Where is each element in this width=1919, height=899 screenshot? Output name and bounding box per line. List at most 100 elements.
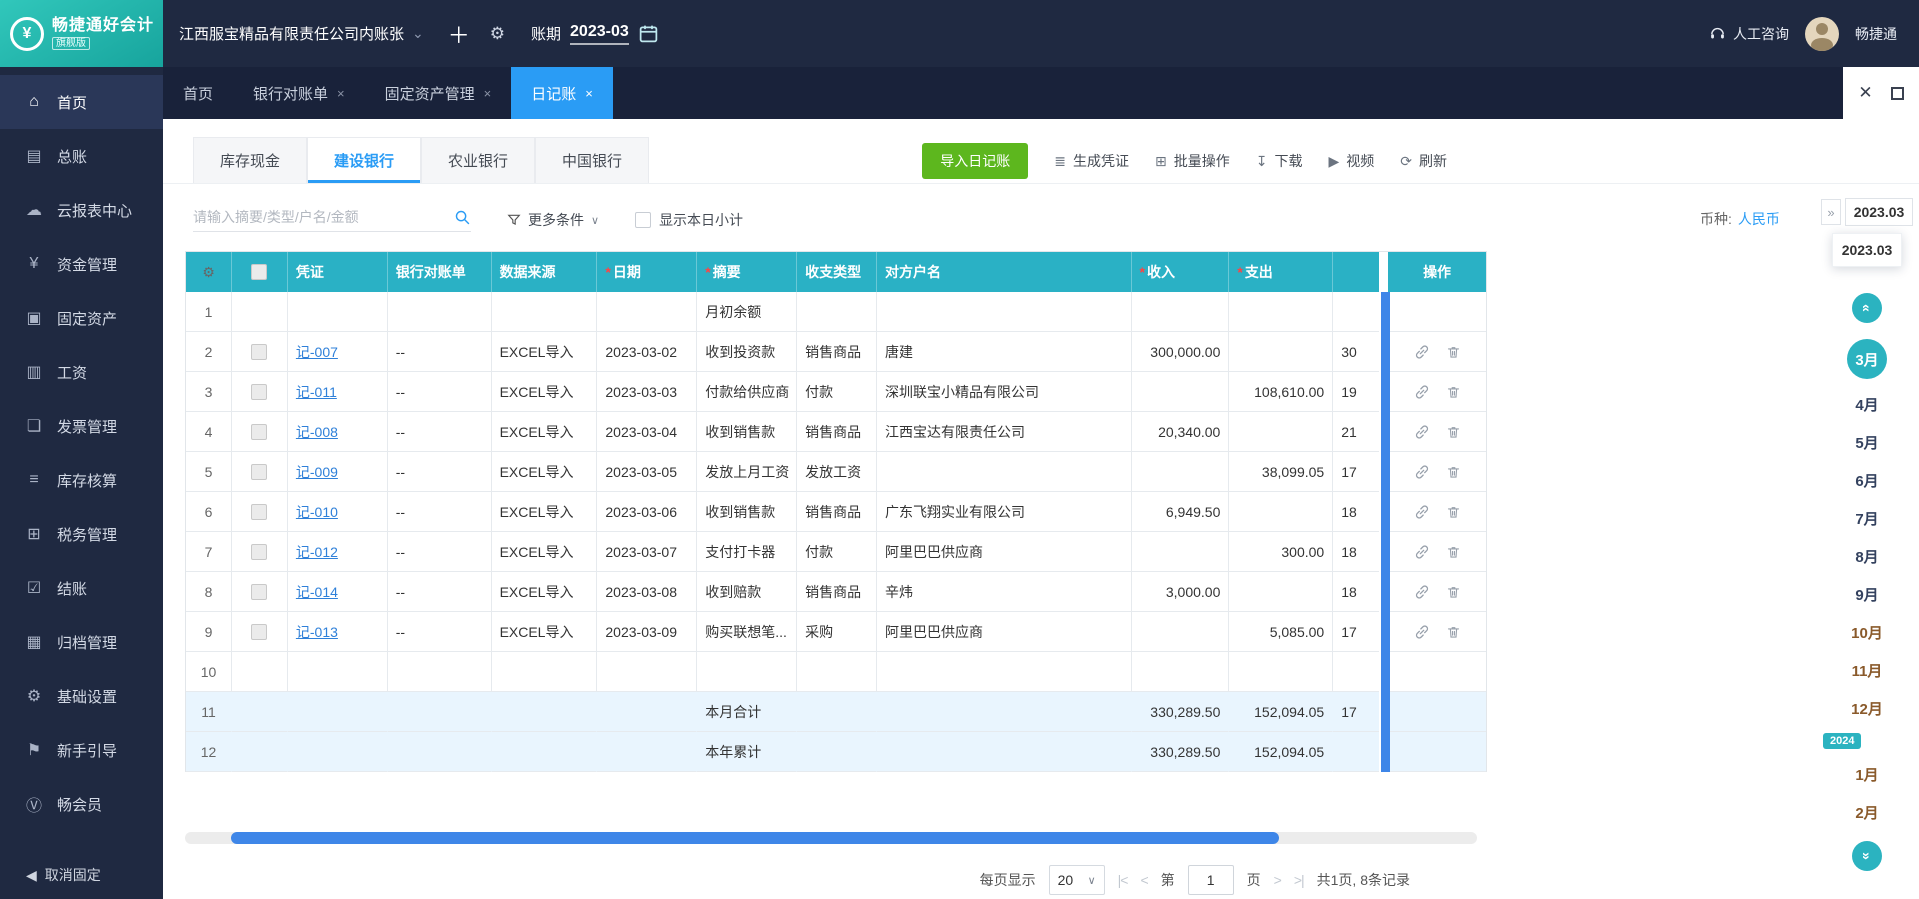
- calendar-icon[interactable]: [638, 23, 659, 44]
- support-link[interactable]: 人工咨询: [1709, 24, 1789, 44]
- sidebar-item[interactable]: ▥ 工资: [0, 345, 163, 399]
- sidebar-item[interactable]: ⚑ 新手引导: [0, 723, 163, 777]
- row-checkbox[interactable]: [251, 503, 268, 520]
- currency-value[interactable]: 人民币: [1738, 209, 1780, 229]
- delete-icon[interactable]: [1446, 384, 1461, 400]
- sidebar-item[interactable]: ¥ 资金管理: [0, 237, 163, 291]
- sidebar-item[interactable]: ≡ 库存核算: [0, 453, 163, 507]
- month-item[interactable]: 10月: [1851, 619, 1883, 645]
- horizontal-scrollbar-thumb[interactable]: [231, 832, 1279, 844]
- sidebar-item[interactable]: ▦ 归档管理: [0, 615, 163, 669]
- toolbar-button[interactable]: ⟳ 刷新: [1400, 151, 1447, 171]
- daily-subtotal-toggle[interactable]: 显示本日小计: [635, 210, 743, 230]
- row-checkbox[interactable]: [251, 423, 268, 440]
- month-item[interactable]: 12月: [1851, 695, 1883, 721]
- rail-year-box[interactable]: 2023.03: [1845, 198, 1913, 226]
- delete-icon[interactable]: [1446, 544, 1461, 560]
- page-tab[interactable]: 日记账 ×: [511, 67, 613, 119]
- toolbar-button[interactable]: ↧ 下载: [1256, 151, 1303, 171]
- voucher-link[interactable]: 记-009: [296, 462, 338, 482]
- delete-icon[interactable]: [1446, 624, 1461, 640]
- page-number-input[interactable]: [1187, 865, 1234, 895]
- tab-close-icon[interactable]: ×: [585, 86, 593, 101]
- company-selector[interactable]: 江西服宝精品有限责任公司内账张 ⌄: [179, 23, 424, 44]
- voucher-link[interactable]: 记-012: [296, 542, 338, 562]
- row-checkbox[interactable]: [251, 583, 268, 600]
- month-item[interactable]: 5月: [1855, 429, 1878, 455]
- table-vertical-scrollbar[interactable]: [1381, 292, 1390, 772]
- next-page-icon[interactable]: >: [1274, 872, 1282, 888]
- rail-scroll-down-button[interactable]: »: [1852, 841, 1882, 871]
- period-value[interactable]: 2023-03: [570, 23, 629, 45]
- sidebar-item[interactable]: ☑ 结账: [0, 561, 163, 615]
- daily-subtotal-checkbox[interactable]: [635, 212, 652, 228]
- last-page-icon[interactable]: >|: [1294, 872, 1305, 888]
- prev-page-icon[interactable]: <: [1140, 872, 1148, 888]
- sidebar-item[interactable]: ▣ 固定资产: [0, 291, 163, 345]
- avatar[interactable]: [1805, 16, 1839, 51]
- link-voucher-icon[interactable]: [1414, 624, 1430, 640]
- month-item[interactable]: 3月: [1847, 339, 1887, 379]
- link-voucher-icon[interactable]: [1414, 384, 1430, 400]
- page-tab[interactable]: 首页: [163, 67, 233, 119]
- link-voucher-icon[interactable]: [1414, 544, 1430, 560]
- voucher-link[interactable]: 记-008: [296, 422, 338, 442]
- month-item[interactable]: 8月: [1855, 543, 1878, 569]
- month-item[interactable]: 11月: [1852, 657, 1883, 683]
- account-tab[interactable]: 中国银行: [535, 137, 650, 183]
- voucher-link[interactable]: 记-007: [296, 342, 338, 362]
- rail-year-box-selected[interactable]: 2023.03: [1832, 233, 1902, 267]
- sidebar-item[interactable]: ▤ 总账: [0, 129, 163, 183]
- account-tab[interactable]: 农业银行: [421, 137, 536, 183]
- close-all-tabs-icon[interactable]: ✕: [1858, 83, 1872, 103]
- row-checkbox[interactable]: [251, 463, 268, 480]
- row-checkbox[interactable]: [251, 543, 268, 560]
- month-item[interactable]: 1月: [1855, 761, 1878, 787]
- per-page-select[interactable]: 20 ∨: [1048, 865, 1105, 895]
- delete-icon[interactable]: [1446, 344, 1461, 360]
- delete-icon[interactable]: [1446, 504, 1461, 520]
- account-tab[interactable]: 库存现金: [193, 137, 308, 183]
- sidebar-item[interactable]: ❏ 发票管理: [0, 399, 163, 453]
- delete-icon[interactable]: [1446, 424, 1461, 440]
- import-journal-button[interactable]: 导入日记账: [922, 143, 1029, 179]
- month-item[interactable]: 7月: [1855, 505, 1878, 531]
- delete-icon[interactable]: [1446, 464, 1461, 480]
- account-tab[interactable]: 建设银行: [307, 137, 422, 183]
- page-tab[interactable]: 银行对账单 ×: [233, 67, 365, 119]
- link-voucher-icon[interactable]: [1414, 464, 1430, 480]
- link-voucher-icon[interactable]: [1414, 344, 1430, 360]
- month-item[interactable]: 9月: [1855, 581, 1878, 607]
- toolbar-button[interactable]: ⊞ 批量操作: [1155, 151, 1230, 171]
- row-checkbox[interactable]: [251, 383, 268, 400]
- voucher-link[interactable]: 记-010: [296, 502, 338, 522]
- link-voucher-icon[interactable]: [1414, 584, 1430, 600]
- user-name[interactable]: 畅捷通: [1855, 24, 1897, 44]
- search-input[interactable]: [193, 209, 454, 225]
- link-voucher-icon[interactable]: [1414, 504, 1430, 520]
- column-settings-gear-icon[interactable]: ⚙: [186, 252, 232, 292]
- toolbar-button[interactable]: ≣ 生成凭证: [1054, 151, 1129, 171]
- month-item[interactable]: 2月: [1855, 799, 1878, 825]
- toolbar-button[interactable]: ▶ 视频: [1328, 151, 1374, 171]
- voucher-link[interactable]: 记-014: [296, 582, 338, 602]
- unpin-sidebar-button[interactable]: ◀ 取消固定: [26, 865, 101, 885]
- select-all-checkbox[interactable]: [251, 264, 268, 280]
- month-item[interactable]: 6月: [1855, 467, 1878, 493]
- more-conditions-button[interactable]: 更多条件 ∨: [507, 210, 599, 230]
- delete-icon[interactable]: [1446, 584, 1461, 600]
- sidebar-item[interactable]: ⌂ 首页: [0, 75, 163, 129]
- month-item[interactable]: 4月: [1855, 391, 1878, 417]
- voucher-link[interactable]: 记-013: [296, 622, 338, 642]
- first-page-icon[interactable]: |<: [1118, 872, 1129, 888]
- fullscreen-icon[interactable]: [1890, 86, 1904, 100]
- topbar-gear-icon[interactable]: ⚙: [490, 24, 505, 44]
- voucher-link[interactable]: 记-011: [296, 382, 337, 402]
- row-checkbox[interactable]: [251, 343, 268, 360]
- page-tab[interactable]: 固定资产管理 ×: [365, 67, 512, 119]
- tab-close-icon[interactable]: ×: [484, 86, 492, 101]
- link-voucher-icon[interactable]: [1414, 424, 1430, 440]
- row-checkbox[interactable]: [251, 623, 268, 640]
- rail-collapse-button[interactable]: »: [1821, 199, 1841, 225]
- sidebar-item[interactable]: Ⓥ 畅会员: [0, 777, 163, 831]
